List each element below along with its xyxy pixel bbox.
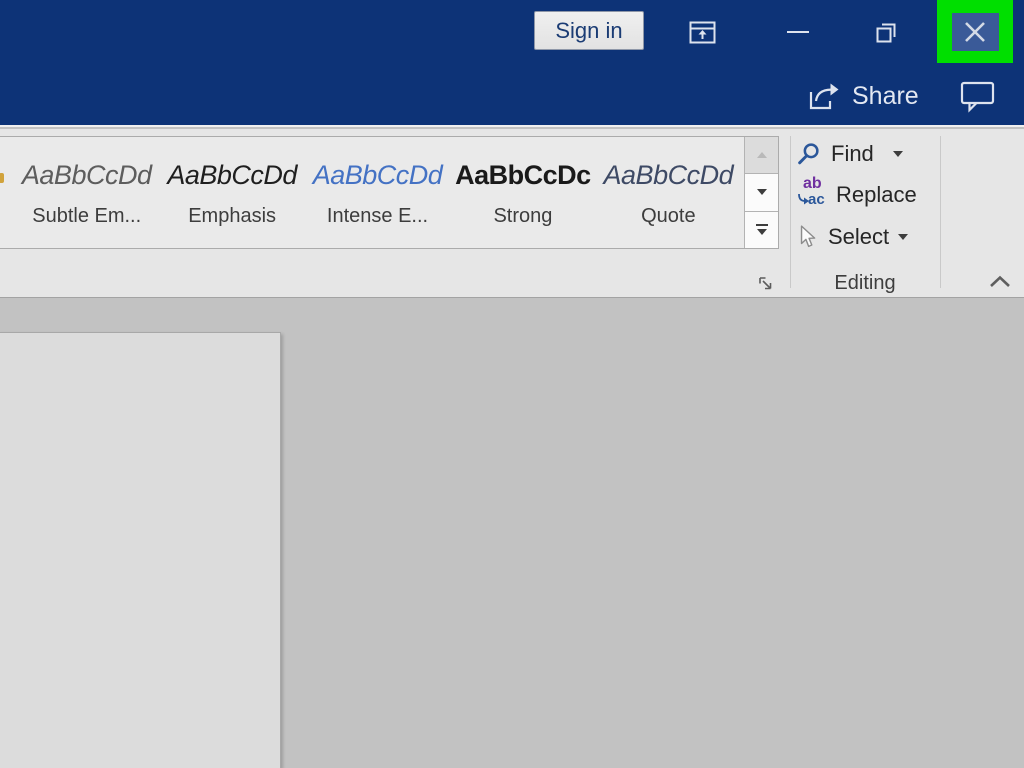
clipped-style-sample-fragment xyxy=(0,173,4,183)
gallery-more-icon xyxy=(755,224,768,227)
find-dropdown-icon[interactable] xyxy=(892,151,903,157)
document-page[interactable] xyxy=(0,332,281,768)
select-label: Select xyxy=(828,224,890,249)
minimize-button[interactable] xyxy=(778,13,818,51)
chevron-up-icon xyxy=(990,275,1010,287)
title-bar: Sign in Share xyxy=(0,0,1024,127)
style-item-subtle-emphasis[interactable]: AaBbCcDd Subtle Em... xyxy=(14,137,159,248)
style-sample: AaBbCcDd xyxy=(312,159,443,190)
gallery-more-icon-arrow xyxy=(756,229,767,236)
style-label: Quote xyxy=(641,204,696,227)
style-sample: AaBbCcDc xyxy=(455,159,591,190)
close-button-highlight-annotation xyxy=(937,0,1013,63)
gallery-scroll-up-button[interactable] xyxy=(745,137,778,175)
styles-dialog-launcher-button[interactable] xyxy=(756,274,774,292)
scroll-up-icon xyxy=(756,152,767,159)
sign-in-label: Sign in xyxy=(555,17,623,43)
replace-icon: ab ac xyxy=(796,175,826,211)
restore-icon xyxy=(876,23,895,42)
group-divider xyxy=(940,136,941,288)
collapse-ribbon-button[interactable] xyxy=(984,269,1016,293)
close-button[interactable] xyxy=(951,12,999,51)
share-icon xyxy=(809,83,839,110)
styles-gallery-scrollbar xyxy=(744,137,778,248)
select-button[interactable]: Select xyxy=(796,220,909,254)
replace-icon-ac: ac xyxy=(808,191,825,208)
share-label: Share xyxy=(852,81,919,110)
style-label: Subtle Em... xyxy=(32,204,142,227)
comment-icon xyxy=(960,81,995,113)
style-item-intense-emphasis[interactable]: AaBbCcDd Intense E... xyxy=(305,137,450,248)
ribbon: AaBbCcDd Subtle Em... AaBbCcDd Emphasis … xyxy=(0,129,1024,298)
gallery-scroll-down-button[interactable] xyxy=(745,174,778,212)
minimize-icon xyxy=(787,31,809,33)
style-sample: AaBbCcDd xyxy=(603,159,734,190)
editing-group-label: Editing xyxy=(834,272,896,294)
document-area[interactable] xyxy=(0,299,1024,768)
style-item-strong[interactable]: AaBbCcDc Strong xyxy=(450,137,595,248)
close-icon xyxy=(965,21,985,42)
replace-button[interactable]: ab ac Replace xyxy=(796,175,917,212)
restore-button[interactable] xyxy=(866,13,906,51)
word-window: Sign in Share AaBbCcDd Subtle Em... AaBb… xyxy=(0,0,1024,768)
style-label: Strong xyxy=(493,204,553,227)
comments-button[interactable] xyxy=(958,78,998,114)
gallery-more-button[interactable] xyxy=(745,211,778,248)
share-button[interactable]: Share xyxy=(806,76,919,116)
find-label: Find xyxy=(831,141,874,166)
style-item-quote[interactable]: AaBbCcDd Quote xyxy=(596,137,741,248)
group-divider xyxy=(790,136,791,288)
style-sample: AaBbCcDd xyxy=(21,159,152,190)
select-dropdown-icon[interactable] xyxy=(898,234,909,240)
styles-gallery-items: AaBbCcDd Subtle Em... AaBbCcDd Emphasis … xyxy=(14,137,741,248)
styles-gallery: AaBbCcDd Subtle Em... AaBbCcDd Emphasis … xyxy=(0,136,779,249)
cursor-arrow-icon xyxy=(800,225,816,248)
replace-icon-arrow xyxy=(798,193,809,205)
dialog-launcher-icon xyxy=(758,276,771,289)
sign-in-button[interactable]: Sign in xyxy=(534,11,644,50)
style-item-emphasis[interactable]: AaBbCcDd Emphasis xyxy=(159,137,304,248)
scroll-down-icon xyxy=(756,189,767,196)
search-icon xyxy=(798,142,819,164)
find-button[interactable]: Find xyxy=(796,137,903,171)
style-label: Emphasis xyxy=(188,204,277,227)
replace-label: Replace xyxy=(836,182,917,207)
ribbon-display-options-icon xyxy=(689,21,715,43)
ribbon-display-options-button[interactable] xyxy=(682,13,722,51)
style-label: Intense E... xyxy=(326,204,429,227)
style-sample: AaBbCcDd xyxy=(167,159,297,190)
